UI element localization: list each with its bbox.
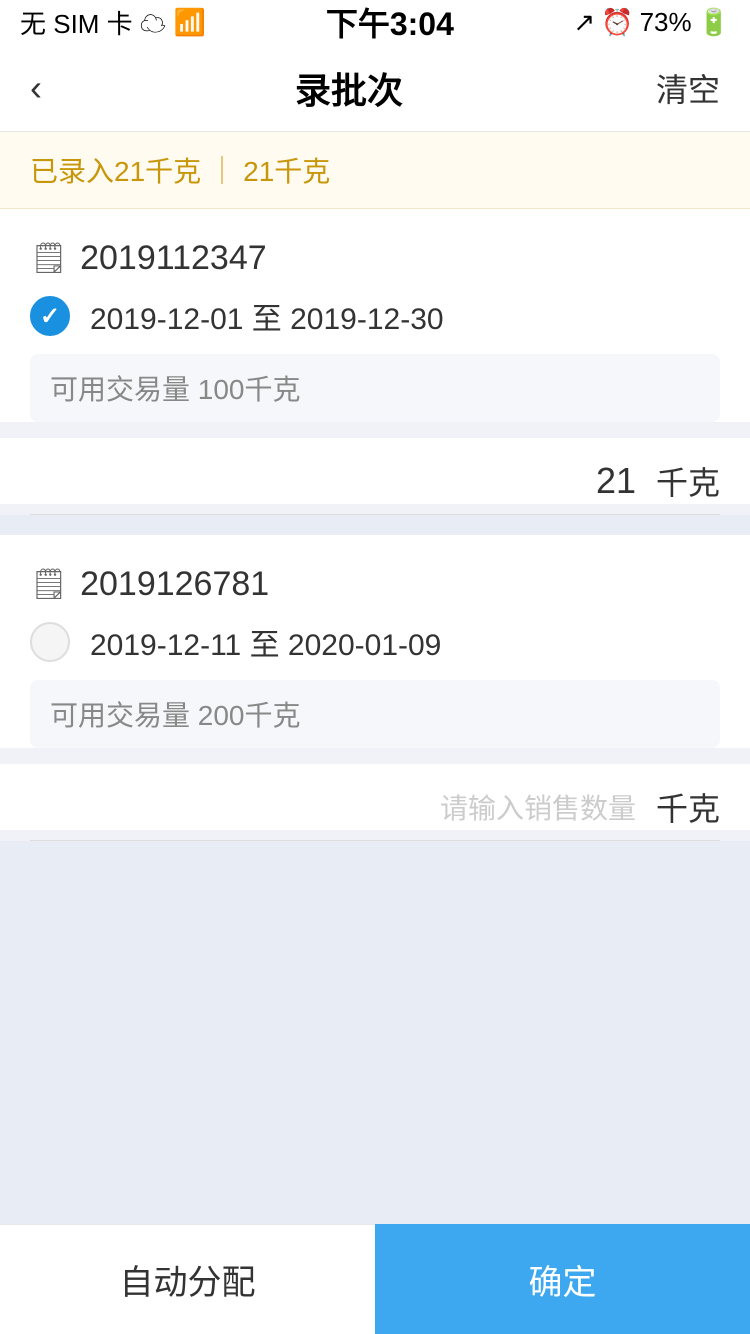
batch-1-id: 2019112347 bbox=[80, 239, 267, 278]
batch-2-unit: 千克 bbox=[656, 784, 720, 830]
batch-2-id: 2019126781 bbox=[80, 565, 269, 604]
no-sim-text: 无 SIM 卡 ☁ bbox=[20, 4, 166, 41]
batch-2-quantity-row: 请输入销售数量 千克 bbox=[0, 764, 750, 830]
batch-1-quantity-row: 千克 bbox=[0, 438, 750, 504]
batch-1-date: 2019-12-01 至 2019-12-30 bbox=[90, 294, 444, 338]
batch-2-quantity-placeholder: 请输入销售数量 bbox=[440, 787, 636, 827]
bottom-bar: 自动分配 确定 bbox=[0, 1224, 750, 1334]
alarm-icon: ⏰ bbox=[601, 7, 633, 38]
page-title: 录批次 bbox=[295, 62, 403, 114]
batch-1-quantity-input[interactable] bbox=[516, 460, 636, 502]
batch-1-unit: 千克 bbox=[656, 458, 720, 504]
empty-area bbox=[0, 841, 750, 1261]
batch-card-1: 🗒 2019112347 2019-12-01 至 2019-12-30 可用交… bbox=[0, 209, 750, 422]
batch-1-radio[interactable] bbox=[30, 296, 70, 336]
status-bar: 无 SIM 卡 ☁ 📶 下午3:04 ↗ ⏰ 73% 🔋 bbox=[0, 0, 750, 44]
batch-2-radio[interactable] bbox=[30, 622, 70, 662]
batch-1-availability: 可用交易量 100千克 bbox=[30, 354, 720, 422]
summary-bar: 已录入21千克 21千克 bbox=[0, 132, 750, 209]
batch-1-date-row: 2019-12-01 至 2019-12-30 bbox=[30, 294, 720, 338]
batch-1-icon: 🗒 bbox=[30, 241, 68, 276]
section-divider-1 bbox=[0, 515, 750, 535]
auto-distribute-button[interactable]: 自动分配 bbox=[0, 1224, 375, 1334]
battery-text: 73% bbox=[640, 7, 692, 38]
status-right: ↗ ⏰ 73% 🔋 bbox=[573, 7, 730, 38]
back-button[interactable]: ‹ bbox=[30, 67, 42, 109]
batch-1-header: 🗒 2019112347 bbox=[30, 239, 720, 278]
summary-value: 21千克 bbox=[243, 150, 330, 190]
batch-2-date: 2019-12-11 至 2020-01-09 bbox=[90, 620, 441, 664]
confirm-button[interactable]: 确定 bbox=[375, 1224, 750, 1334]
clear-button[interactable]: 清空 bbox=[656, 65, 720, 111]
batch-2-header: 🗒 2019126781 bbox=[30, 565, 720, 604]
batch-2-icon: 🗒 bbox=[30, 567, 68, 602]
batch-2-availability: 可用交易量 200千克 bbox=[30, 680, 720, 748]
summary-divider bbox=[221, 156, 223, 184]
batch-2-date-row: 2019-12-11 至 2020-01-09 bbox=[30, 620, 720, 664]
status-left: 无 SIM 卡 ☁ 📶 bbox=[20, 4, 206, 41]
wifi-icon: 📶 bbox=[174, 7, 206, 38]
batch-card-2: 🗒 2019126781 2019-12-11 至 2020-01-09 可用交… bbox=[0, 535, 750, 748]
nav-bar: ‹ 录批次 清空 bbox=[0, 44, 750, 132]
status-time: 下午3:04 bbox=[326, 0, 454, 45]
location-icon: ↗ bbox=[573, 7, 595, 38]
summary-recorded: 已录入21千克 bbox=[30, 150, 201, 190]
battery-icon: 🔋 bbox=[698, 7, 730, 38]
